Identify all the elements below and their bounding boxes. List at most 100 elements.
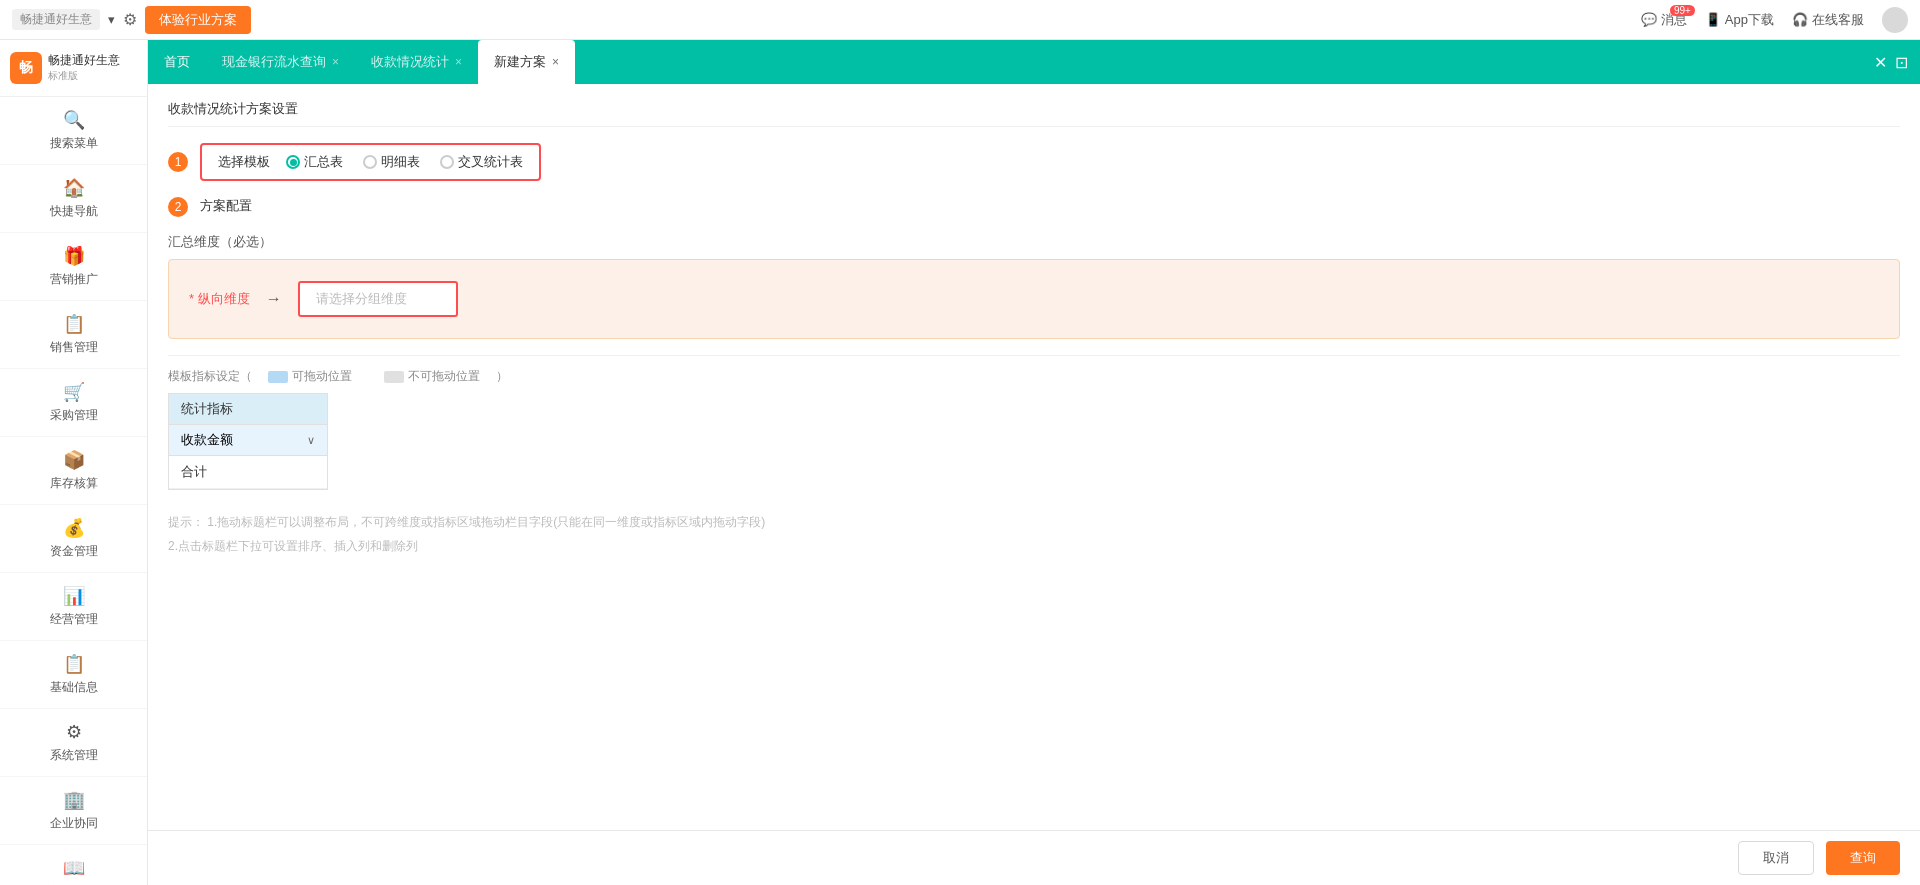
tab-expand-btn[interactable]: ⊡ [1895, 53, 1908, 72]
non-draggable-color [384, 371, 404, 383]
dropdown-icon[interactable]: ▾ [108, 12, 115, 27]
step2-num: 2 [168, 197, 188, 217]
stat-col-header[interactable]: 收款金额 ∨ [169, 425, 327, 456]
sidebar-item-inventory[interactable]: 📦 库存核算 [0, 437, 147, 505]
tab-bar: 首页 现金银行流水查询 × 收款情况统计 × 新建方案 × ✕ ⊡ [148, 40, 1920, 84]
dimension-section: 汇总维度（必选） * 纵向维度 → 请选择分组维度 [168, 233, 1900, 339]
radio-summary[interactable]: 汇总表 [286, 153, 343, 171]
tab-receive-stat-close[interactable]: × [455, 55, 462, 69]
sidebar-item-search[interactable]: 🔍 搜索菜单 [0, 97, 147, 165]
download-label: App下载 [1725, 11, 1774, 29]
vertical-dim-text: 纵向维度 [198, 291, 250, 306]
sidebar-item-label: 营销推广 [50, 271, 98, 288]
sidebar-logo-icon: 畅 [10, 52, 42, 84]
template-select-box: 选择模板 汇总表 明细表 [200, 143, 541, 181]
content-area: 首页 现金银行流水查询 × 收款情况统计 × 新建方案 × ✕ ⊡ [148, 40, 1920, 885]
bottom-actions: 取消 查询 [148, 830, 1920, 885]
chevron-down-icon[interactable]: ∨ [307, 434, 315, 447]
stat-row-total: 合计 [169, 456, 327, 489]
divider [168, 355, 1900, 356]
support-label: 在线客服 [1812, 11, 1864, 29]
tab-new-plan[interactable]: 新建方案 × [478, 40, 575, 84]
sidebar-item-label: 系统管理 [50, 747, 98, 764]
money-icon: 💰 [63, 517, 85, 539]
avatar[interactable] [1882, 7, 1908, 33]
enterprise-icon: 🏢 [63, 789, 85, 811]
sidebar-item-label: 库存核算 [50, 475, 98, 492]
support-btn[interactable]: 🎧 在线客服 [1792, 11, 1864, 29]
indicator-set-label: 模板指标设定（ [168, 368, 252, 385]
cart-icon: 🛒 [63, 381, 85, 403]
radio-detail[interactable]: 明细表 [363, 153, 420, 171]
tab-new-plan-close[interactable]: × [552, 55, 559, 69]
radio-summary-label: 汇总表 [304, 153, 343, 171]
query-button[interactable]: 查询 [1826, 841, 1900, 875]
dimension-label: 汇总维度（必选） [168, 233, 1900, 251]
sidebar-item-sales[interactable]: 📋 销售管理 [0, 301, 147, 369]
step1-row: 1 选择模板 汇总表 明细表 [168, 143, 1900, 181]
sidebar-item-label: 快捷导航 [50, 203, 98, 220]
non-draggable-label: 不可拖动位置 [408, 368, 480, 385]
support-icon: 🎧 [1792, 12, 1808, 27]
tip-line1: 提示： 1.拖动标题栏可以调整布局，不可跨维度或指标区域拖动栏目字段(只能在同一… [168, 510, 1900, 534]
dimension-row: * 纵向维度 → 请选择分组维度 [189, 281, 458, 317]
system-icon: ⚙ [66, 721, 82, 743]
page-title: 收款情况统计方案设置 [168, 100, 1900, 127]
sidebar-item-enterprise[interactable]: 🏢 企业协同 [0, 777, 147, 845]
dimension-area: * 纵向维度 → 请选择分组维度 [168, 259, 1900, 339]
radio-cross[interactable]: 交叉统计表 [440, 153, 523, 171]
step1-label: 选择模板 [218, 153, 270, 171]
dimension-select[interactable]: 请选择分组维度 [298, 281, 458, 317]
gear-icon[interactable]: ⚙ [123, 10, 137, 29]
tab-cash-query-close[interactable]: × [332, 55, 339, 69]
sidebar-item-operation[interactable]: 📊 经营管理 [0, 573, 147, 641]
trial-button[interactable]: 体验行业方案 [145, 6, 251, 34]
gift-icon: 🎁 [63, 245, 85, 267]
tab-cash-query[interactable]: 现金银行流水查询 × [206, 40, 355, 84]
message-btn[interactable]: 💬 消息 99+ [1641, 11, 1687, 29]
radio-cross-label: 交叉统计表 [458, 153, 523, 171]
sidebar-item-system[interactable]: ⚙ 系统管理 [0, 709, 147, 777]
sidebar-logo: 畅 畅捷通好生意 标准版 [0, 40, 147, 97]
tab-home-label: 首页 [164, 53, 190, 71]
download-btn[interactable]: 📱 App下载 [1705, 11, 1774, 29]
tab-receive-stat-label: 收款情况统计 [371, 53, 449, 71]
stat-col-label: 收款金额 [181, 431, 233, 449]
radio-cross-dot [440, 155, 454, 169]
radio-summary-dot [286, 155, 300, 169]
sidebar-item-purchase[interactable]: 🛒 采购管理 [0, 369, 147, 437]
legend-close-paren: ） [496, 368, 508, 385]
basic-icon: 📋 [63, 653, 85, 675]
top-bar-left: 畅捷通好生意 ▾ ⚙ 体验行业方案 [12, 6, 251, 34]
tips-section: 提示： 1.拖动标题栏可以调整布局，不可跨维度或指标区域拖动栏目字段(只能在同一… [168, 510, 1900, 558]
tab-close-all-btn[interactable]: ✕ [1874, 53, 1887, 72]
sidebar-edition: 标准版 [48, 69, 120, 83]
top-bar: 畅捷通好生意 ▾ ⚙ 体验行业方案 💬 消息 99+ 📱 App下载 🎧 在线客… [0, 0, 1920, 40]
chart-icon: 📊 [63, 585, 85, 607]
download-icon: 📱 [1705, 12, 1721, 27]
tip-line2: 2.点击标题栏下拉可设置排序、插入列和删除列 [168, 534, 1900, 558]
message-icon: 💬 [1641, 12, 1657, 27]
radio-detail-dot [363, 155, 377, 169]
dimension-select-placeholder: 请选择分组维度 [316, 291, 407, 306]
vertical-dim-label: * 纵向维度 [189, 290, 250, 308]
dimension-arrow: → [266, 290, 282, 308]
cancel-button[interactable]: 取消 [1738, 841, 1814, 875]
search-icon: 🔍 [63, 109, 85, 131]
tab-receive-stat[interactable]: 收款情况统计 × [355, 40, 478, 84]
sidebar-item-label: 搜索菜单 [50, 135, 98, 152]
sidebar-item-finance[interactable]: 💰 资金管理 [0, 505, 147, 573]
sidebar-item-guide[interactable]: 📖 新手引导 [0, 845, 147, 885]
sidebar-item-label: 资金管理 [50, 543, 98, 560]
sidebar-item-basic[interactable]: 📋 基础信息 [0, 641, 147, 709]
sidebar-item-marketing[interactable]: 🎁 营销推广 [0, 233, 147, 301]
step2-row: 2 方案配置 [168, 197, 1900, 217]
tab-home[interactable]: 首页 [148, 40, 206, 84]
page-content: 收款情况统计方案设置 1 选择模板 汇总表 明细 [148, 84, 1920, 830]
indicator-section: 模板指标设定（ 可拖动位置 不可拖动位置 ） [168, 368, 1900, 490]
sidebar-item-quick-nav[interactable]: 🏠 快捷导航 [0, 165, 147, 233]
sidebar-item-label: 销售管理 [50, 339, 98, 356]
sidebar-item-label: 基础信息 [50, 679, 98, 696]
draggable-item: 可拖动位置 [268, 368, 352, 385]
tab-bar-actions: ✕ ⊡ [1874, 53, 1920, 72]
